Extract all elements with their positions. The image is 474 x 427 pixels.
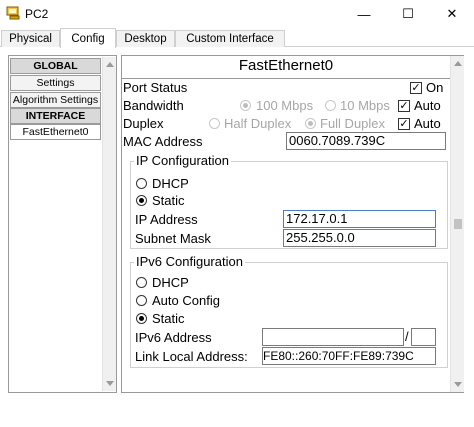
bandwidth-10-label: 10 Mbps: [340, 98, 390, 113]
close-icon: ✕: [446, 6, 458, 21]
pc-app-icon: [6, 6, 20, 20]
half-duplex-label: Half Duplex: [224, 116, 292, 131]
close-button[interactable]: ✕: [430, 0, 474, 28]
half-duplex-radio[interactable]: [209, 118, 220, 129]
ipv6-dhcp-radio[interactable]: [136, 277, 147, 288]
panel-scrollbar[interactable]: [450, 56, 464, 392]
bandwidth-10-radio[interactable]: [325, 100, 336, 111]
tab-config[interactable]: Config: [60, 28, 116, 48]
minimize-icon: —: [357, 6, 371, 22]
ipv6-auto-config-radio[interactable]: [136, 295, 147, 306]
mac-address-field[interactable]: 0060.7089.739C: [286, 132, 446, 150]
tab-bar: Physical Config Desktop Custom Interface: [0, 28, 474, 48]
ipv6-static-label: Static: [152, 311, 185, 326]
scroll-down-icon[interactable]: [106, 381, 114, 386]
ipv6-prefix-field[interactable]: [411, 328, 436, 346]
minimize-button[interactable]: —: [342, 0, 386, 28]
sidebar-item-settings[interactable]: Settings: [10, 75, 101, 91]
ipv6-static-radio[interactable]: [136, 313, 147, 324]
ipv6-configuration-title: IPv6 Configuration: [134, 254, 245, 269]
window-title: PC2: [25, 7, 49, 21]
ip-static-label: Static: [152, 193, 185, 208]
ipv6-address-field[interactable]: [262, 328, 404, 346]
duplex-auto-checkbox[interactable]: ✓: [398, 118, 410, 130]
interface-panel: FastEthernet0 Port Status ✓ On Bandwidth…: [121, 55, 464, 393]
tab-desktop[interactable]: Desktop: [116, 30, 175, 47]
ip-address-field[interactable]: 172.17.0.1: [283, 210, 436, 228]
ip-dhcp-radio[interactable]: [136, 178, 147, 189]
port-status-on-label: On: [426, 80, 444, 95]
sidebar-list: GLOBAL Settings Algorithm Settings INTER…: [10, 57, 101, 391]
link-local-address-label: Link Local Address:: [135, 349, 248, 364]
ip-configuration-title: IP Configuration: [134, 153, 231, 168]
tab-custom-interface[interactable]: Custom Interface: [175, 30, 285, 47]
maximize-icon: ☐: [402, 6, 414, 21]
sidebar-header-global: GLOBAL: [10, 58, 101, 74]
sidebar-scrollbar[interactable]: [102, 57, 116, 391]
port-status-label: Port Status: [123, 80, 188, 95]
subnet-mask-label: Subnet Mask: [135, 231, 211, 246]
scroll-up-icon[interactable]: [106, 62, 114, 67]
full-duplex-radio[interactable]: [305, 118, 316, 129]
scroll-down-icon[interactable]: [454, 382, 462, 387]
port-status-checkbox[interactable]: ✓: [410, 82, 422, 94]
sidebar-item-fastethernet0[interactable]: FastEthernet0: [10, 124, 101, 140]
ipv6-dhcp-label: DHCP: [152, 275, 189, 290]
sidebar-item-algorithm-settings[interactable]: Algorithm Settings: [10, 92, 101, 108]
ip-dhcp-label: DHCP: [152, 176, 189, 191]
bandwidth-100-radio[interactable]: [240, 100, 251, 111]
scroll-up-icon[interactable]: [454, 61, 462, 66]
bandwidth-label: Bandwidth: [123, 98, 184, 113]
sidebar: GLOBAL Settings Algorithm Settings INTER…: [8, 55, 117, 393]
link-local-address-value: FE80::260:70FF:FE89:739C: [263, 349, 414, 363]
maximize-button[interactable]: ☐: [386, 0, 430, 28]
bandwidth-100-label: 100 Mbps: [256, 98, 314, 113]
ipv6-address-label: IPv6 Address: [135, 330, 212, 345]
tab-physical[interactable]: Physical: [1, 30, 60, 47]
panel-title-divider: [122, 78, 450, 79]
full-duplex-label: Full Duplex: [320, 116, 386, 131]
scroll-thumb[interactable]: [454, 219, 462, 229]
sidebar-header-interface: INTERFACE: [10, 108, 101, 124]
bandwidth-auto-label: Auto: [414, 98, 441, 113]
ip-address-label: IP Address: [135, 212, 198, 227]
title-bar: PC2 — ☐ ✕: [0, 0, 474, 28]
bandwidth-auto-checkbox[interactable]: ✓: [398, 100, 410, 112]
duplex-auto-label: Auto: [414, 116, 441, 131]
mac-address-label: MAC Address: [123, 134, 203, 149]
ipv6-auto-config-label: Auto Config: [152, 293, 220, 308]
duplex-label: Duplex: [123, 116, 164, 131]
ip-static-radio[interactable]: [136, 195, 147, 206]
panel-title: FastEthernet0: [238, 57, 334, 74]
ipv6-prefix-separator: /: [405, 329, 409, 344]
link-local-address-field[interactable]: FE80::260:70FF:FE89:739C: [262, 347, 436, 365]
subnet-mask-field[interactable]: 255.255.0.0: [283, 229, 436, 247]
